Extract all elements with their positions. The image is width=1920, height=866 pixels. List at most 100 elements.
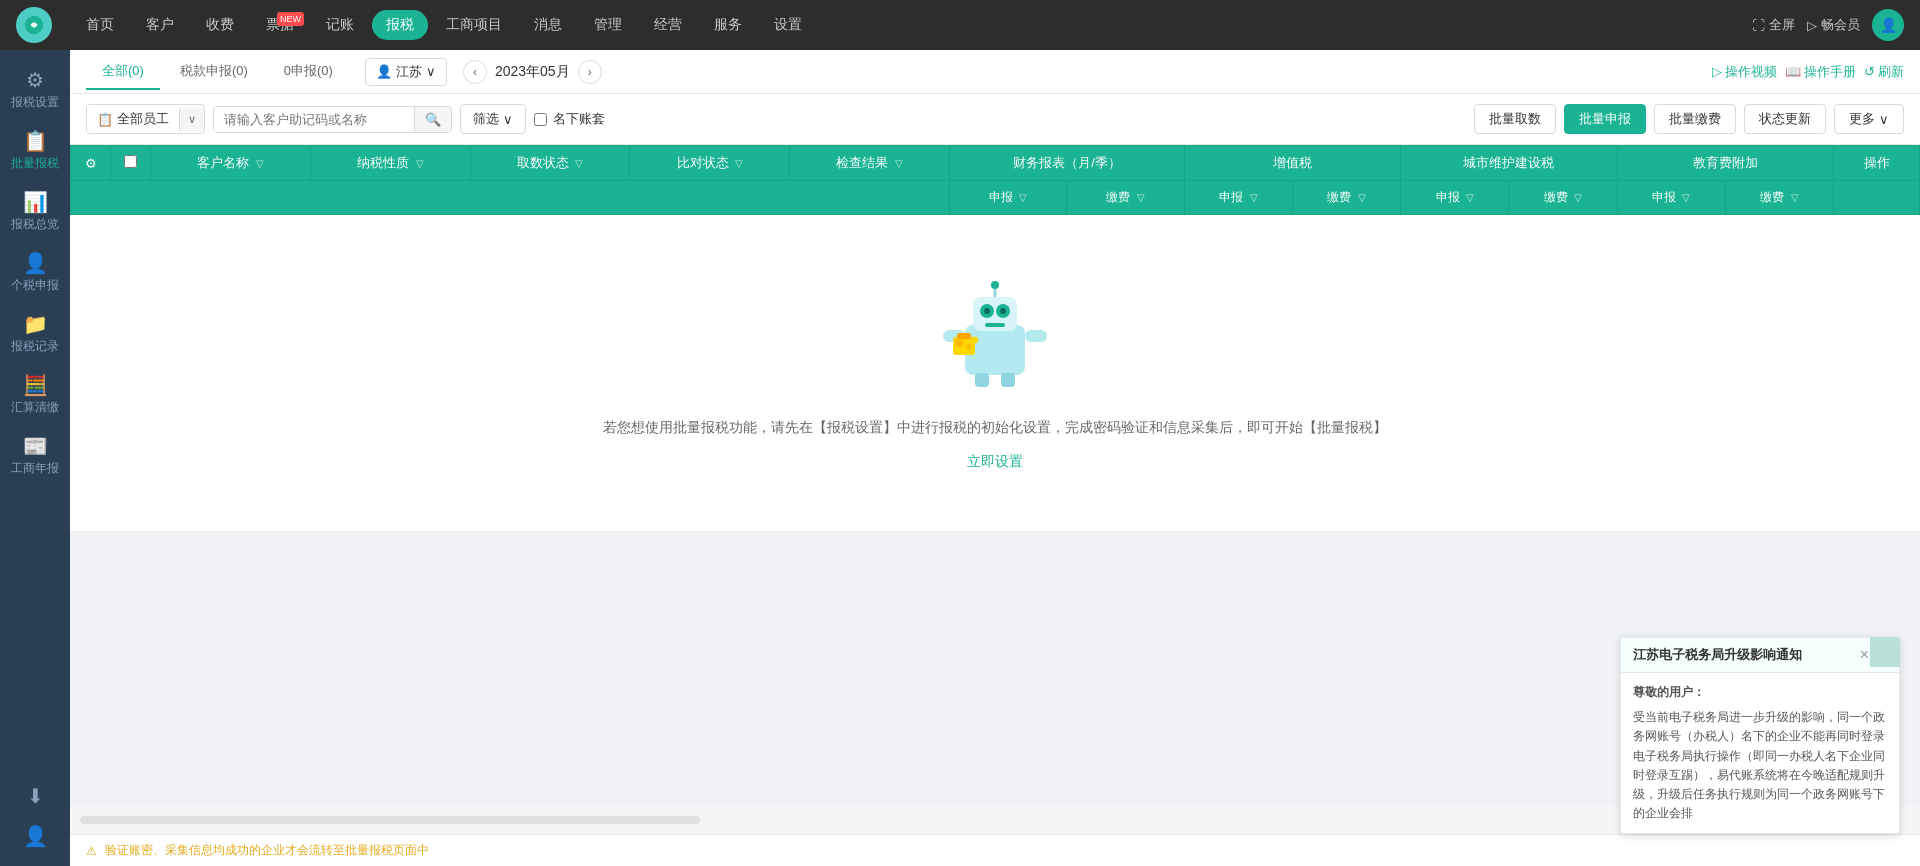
tab-all-count: (0) xyxy=(128,63,144,78)
nav-business[interactable]: 工商项目 xyxy=(432,10,516,40)
svg-point-16 xyxy=(972,337,979,344)
notification-corner-decoration xyxy=(1870,637,1900,667)
batch-pay-button[interactable]: 批量缴费 xyxy=(1654,104,1736,134)
member-btn[interactable]: ▷ 畅会员 xyxy=(1807,16,1860,34)
toolbar: 📋 全部员工 ∨ 🔍 筛选 ∨ 名下账套 批量取数 批量申报 批量缴费 xyxy=(70,94,1920,145)
svg-point-5 xyxy=(984,308,990,314)
top-navigation: 首页 客户 收费 票据 NEW 记账 报税 工商项目 消息 管理 经营 服务 设… xyxy=(0,0,1920,50)
operation-manual-btn[interactable]: 📖 操作手册 xyxy=(1785,63,1856,81)
settings-header[interactable]: ⚙ xyxy=(71,146,111,181)
nav-service[interactable]: 服务 xyxy=(700,10,756,40)
batch-fetch-button[interactable]: 批量取数 xyxy=(1474,104,1556,134)
notification-content: 受当前电子税务局进一步升级的影响，同一个政务网账号（办税人）名下的企业不能再同时… xyxy=(1633,708,1887,823)
province-selector[interactable]: 👤 江苏 ∨ xyxy=(365,58,447,86)
urban-declare-sort-icon[interactable]: ▽ xyxy=(1466,192,1474,203)
vat-declare-header: 申报 ▽ xyxy=(1184,181,1292,215)
nav-operation[interactable]: 经营 xyxy=(640,10,696,40)
sidebar-item-batch-tax[interactable]: 📋 批量报税 xyxy=(0,121,70,182)
sidebar-item-annual-report[interactable]: 📰 工商年报 xyxy=(0,426,70,487)
sidebar-label-settlement: 汇算清缴 xyxy=(11,399,59,416)
sidebar-label-tax-records: 报税记录 xyxy=(11,338,59,355)
nav-invoice[interactable]: 票据 NEW xyxy=(252,10,308,40)
sidebar-item-tax-summary[interactable]: 📊 报税总览 xyxy=(0,182,70,243)
nav-accounting[interactable]: 记账 xyxy=(312,10,368,40)
edu-pay-sort-icon[interactable]: ▽ xyxy=(1791,192,1799,203)
more-button[interactable]: 更多 ∨ xyxy=(1834,104,1904,134)
compare-status-sort-icon[interactable]: ▽ xyxy=(735,158,743,169)
financial-declare-header: 申报 ▽ xyxy=(950,181,1067,215)
sidebar: ⚙ 报税设置 📋 批量报税 📊 报税总览 👤 个税申报 📁 报税记录 🧮 汇算清… xyxy=(0,50,70,866)
prev-month-button[interactable]: ‹ xyxy=(463,60,487,84)
next-month-button[interactable]: › xyxy=(578,60,602,84)
svg-rect-11 xyxy=(1025,330,1047,342)
bottom-bar: ⚠ 验证账密、采集信息均成功的企业才会流转至批量报税页面中 xyxy=(70,834,1920,866)
app-logo[interactable] xyxy=(16,7,52,43)
nav-management[interactable]: 管理 xyxy=(580,10,636,40)
fetch-status-header: 取数状态 ▽ xyxy=(470,146,630,181)
batch-declare-button[interactable]: 批量申报 xyxy=(1564,104,1646,134)
sidebar-item-user-setting[interactable]: 👤 xyxy=(0,816,70,856)
province-label: 江苏 xyxy=(396,63,422,81)
sidebar-item-download[interactable]: ⬇ xyxy=(0,776,70,816)
tab-bar: 全部(0) 税款申报(0) 0申报(0) 👤 江苏 ∨ ‹ 2023年05月 › xyxy=(70,50,1920,94)
horizontal-scrollbar[interactable] xyxy=(80,816,700,824)
vat-declare-sort-icon[interactable]: ▽ xyxy=(1250,192,1258,203)
nav-home[interactable]: 首页 xyxy=(72,10,128,40)
financial-declare-sort-icon[interactable]: ▽ xyxy=(1019,192,1027,203)
operation-video-btn[interactable]: ▷ 操作视频 xyxy=(1712,63,1777,81)
refresh-btn[interactable]: ↺ 刷新 xyxy=(1864,63,1904,81)
sidebar-item-personal-tax[interactable]: 👤 个税申报 xyxy=(0,243,70,304)
empty-sub-header xyxy=(71,181,950,215)
sidebar-item-tax-settings[interactable]: ⚙ 报税设置 xyxy=(0,60,70,121)
fetch-status-sort-icon[interactable]: ▽ xyxy=(575,158,583,169)
svg-rect-9 xyxy=(985,323,1005,327)
svg-point-8 xyxy=(991,281,999,289)
month-display: 2023年05月 xyxy=(495,63,570,81)
setup-link[interactable]: 立即设置 xyxy=(967,453,1023,471)
employee-filter-arrow[interactable]: ∨ xyxy=(179,108,204,131)
search-button[interactable]: 🔍 xyxy=(414,107,451,132)
sidebar-item-settlement[interactable]: 🧮 汇算清缴 xyxy=(0,365,70,426)
nav-collection[interactable]: 收费 xyxy=(192,10,248,40)
sidebar-label-personal-tax: 个税申报 xyxy=(11,277,59,294)
employee-filter-label[interactable]: 📋 全部员工 xyxy=(87,105,179,133)
tab-all[interactable]: 全部(0) xyxy=(86,54,160,90)
urban-pay-sort-icon[interactable]: ▽ xyxy=(1574,192,1582,203)
vat-pay-sort-icon[interactable]: ▽ xyxy=(1358,192,1366,203)
nav-settings[interactable]: 设置 xyxy=(760,10,816,40)
search-input[interactable] xyxy=(214,107,414,132)
checkbox-label[interactable]: 名下账套 xyxy=(534,110,605,128)
operation-header: 操作 xyxy=(1834,146,1920,181)
employee-filter[interactable]: 📋 全部员工 ∨ xyxy=(86,104,205,134)
sidebar-label-annual-report: 工商年报 xyxy=(11,460,59,477)
compare-status-header: 比对状态 ▽ xyxy=(630,146,790,181)
video-icon: ▷ xyxy=(1712,64,1722,79)
province-icon: 👤 xyxy=(376,64,392,79)
month-navigation: ‹ 2023年05月 › xyxy=(463,60,602,84)
fullscreen-btn[interactable]: ⛶ 全屏 xyxy=(1752,16,1795,34)
nav-message[interactable]: 消息 xyxy=(520,10,576,40)
urban-pay-header: 缴费 ▽ xyxy=(1509,181,1617,215)
check-result-header: 检查结果 ▽ xyxy=(790,146,950,181)
nav-tax[interactable]: 报税 xyxy=(372,10,428,40)
empty-operation-sub-header xyxy=(1834,181,1920,215)
accounts-checkbox[interactable] xyxy=(534,113,547,126)
select-all-checkbox[interactable] xyxy=(124,155,137,168)
user-avatar[interactable]: 👤 xyxy=(1872,9,1904,41)
tab-zero-declaration[interactable]: 0申报(0) xyxy=(268,54,349,90)
financial-pay-sort-icon[interactable]: ▽ xyxy=(1137,192,1145,203)
tax-nature-sort-icon[interactable]: ▽ xyxy=(416,158,424,169)
client-name-sort-icon[interactable]: ▽ xyxy=(256,158,264,169)
more-chevron-icon: ∨ xyxy=(1879,112,1889,127)
nav-customer[interactable]: 客户 xyxy=(132,10,188,40)
personal-tax-icon: 👤 xyxy=(23,253,48,273)
tab-tax-declaration[interactable]: 税款申报(0) xyxy=(164,54,264,90)
notification-header: 江苏电子税务局升级影响通知 × ∧ xyxy=(1621,638,1899,673)
edu-declare-sort-icon[interactable]: ▽ xyxy=(1682,192,1690,203)
check-result-sort-icon[interactable]: ▽ xyxy=(895,158,903,169)
status-update-button[interactable]: 状态更新 xyxy=(1744,104,1826,134)
notification-close-button[interactable]: × xyxy=(1860,647,1869,663)
province-chevron-icon: ∨ xyxy=(426,64,436,79)
sidebar-item-tax-records[interactable]: 📁 报税记录 xyxy=(0,304,70,365)
filter-button[interactable]: 筛选 ∨ xyxy=(460,104,526,134)
